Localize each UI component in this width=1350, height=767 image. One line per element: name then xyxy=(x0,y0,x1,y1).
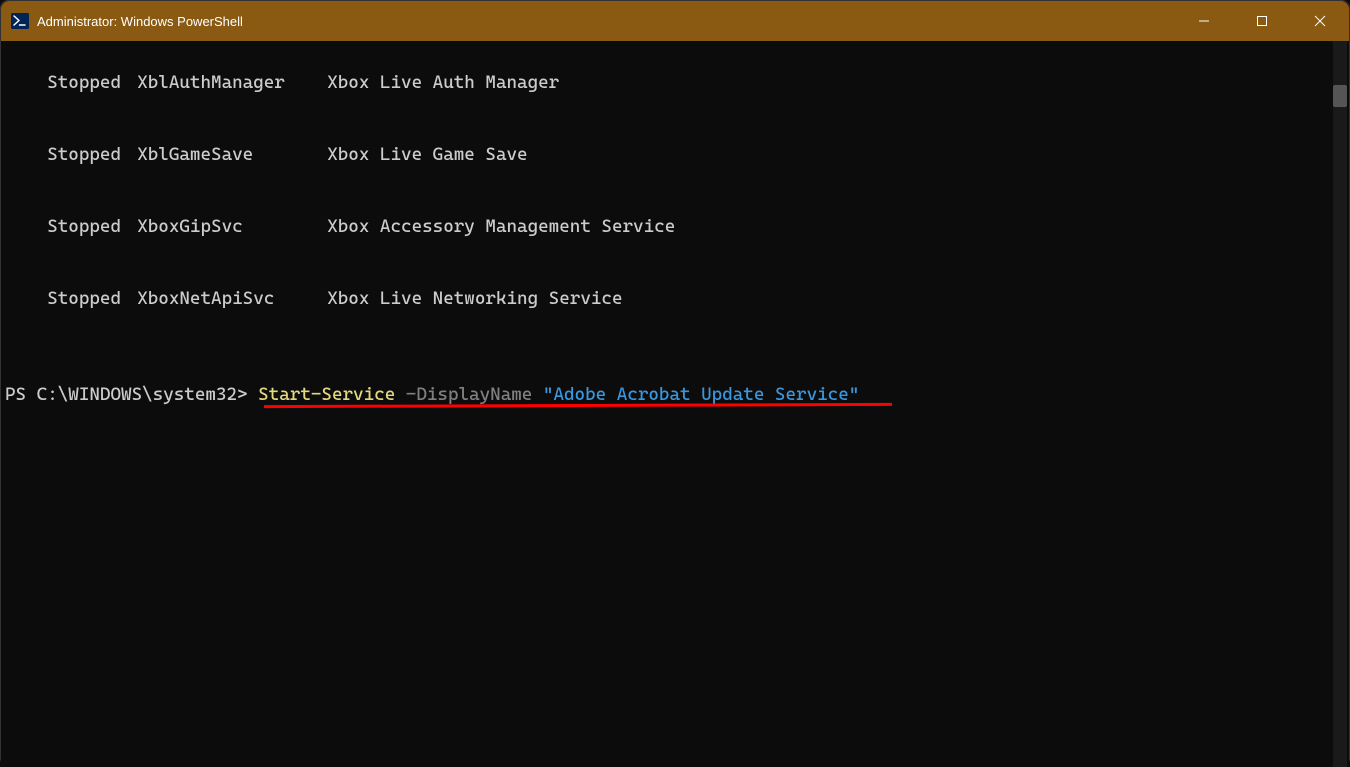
window-title: Administrator: Windows PowerShell xyxy=(37,14,243,29)
service-display: Xbox Live Game Save xyxy=(327,143,527,167)
scrollbar-thumb[interactable] xyxy=(1333,85,1347,107)
service-name: XboxNetApiSvc xyxy=(137,287,327,311)
scrollbar-track[interactable] xyxy=(1333,41,1347,767)
powershell-icon xyxy=(11,12,29,30)
service-name: XblGameSave xyxy=(137,143,327,167)
service-display: Xbox Live Auth Manager xyxy=(327,71,559,95)
service-status: Stopped xyxy=(47,71,137,95)
command-parameter: -DisplayName xyxy=(395,384,543,405)
command-cmdlet: Start-Service xyxy=(258,384,395,405)
maximize-button[interactable] xyxy=(1233,1,1291,41)
service-display: Xbox Live Networking Service xyxy=(327,287,622,311)
service-row: StoppedXboxGipSvcXbox Accessory Manageme… xyxy=(5,191,1345,263)
titlebar: Administrator: Windows PowerShell xyxy=(1,1,1349,41)
service-status: Stopped xyxy=(47,215,137,239)
service-display: Xbox Accessory Management Service xyxy=(327,215,675,239)
command-line: PS C:\WINDOWS\system32> Start-Service -D… xyxy=(5,383,1345,407)
service-status: Stopped xyxy=(47,143,137,167)
terminal-body[interactable]: StoppedXblAuthManagerXbox Live Auth Mana… xyxy=(1,41,1349,767)
command-argument: "Adobe Acrobat Update Service" xyxy=(543,384,859,405)
service-row: StoppedXblGameSaveXbox Live Game Save xyxy=(5,119,1345,191)
service-name: XboxGipSvc xyxy=(137,215,327,239)
prompt-text: PS C:\WINDOWS\system32> xyxy=(5,384,258,405)
close-button[interactable] xyxy=(1291,1,1349,41)
service-row: StoppedXboxNetApiSvcXbox Live Networking… xyxy=(5,263,1345,335)
titlebar-left: Administrator: Windows PowerShell xyxy=(1,12,243,30)
window-controls xyxy=(1175,1,1349,41)
service-status: Stopped xyxy=(47,287,137,311)
service-name: XblAuthManager xyxy=(137,71,327,95)
minimize-button[interactable] xyxy=(1175,1,1233,41)
service-row: StoppedXblAuthManagerXbox Live Auth Mana… xyxy=(5,47,1345,119)
